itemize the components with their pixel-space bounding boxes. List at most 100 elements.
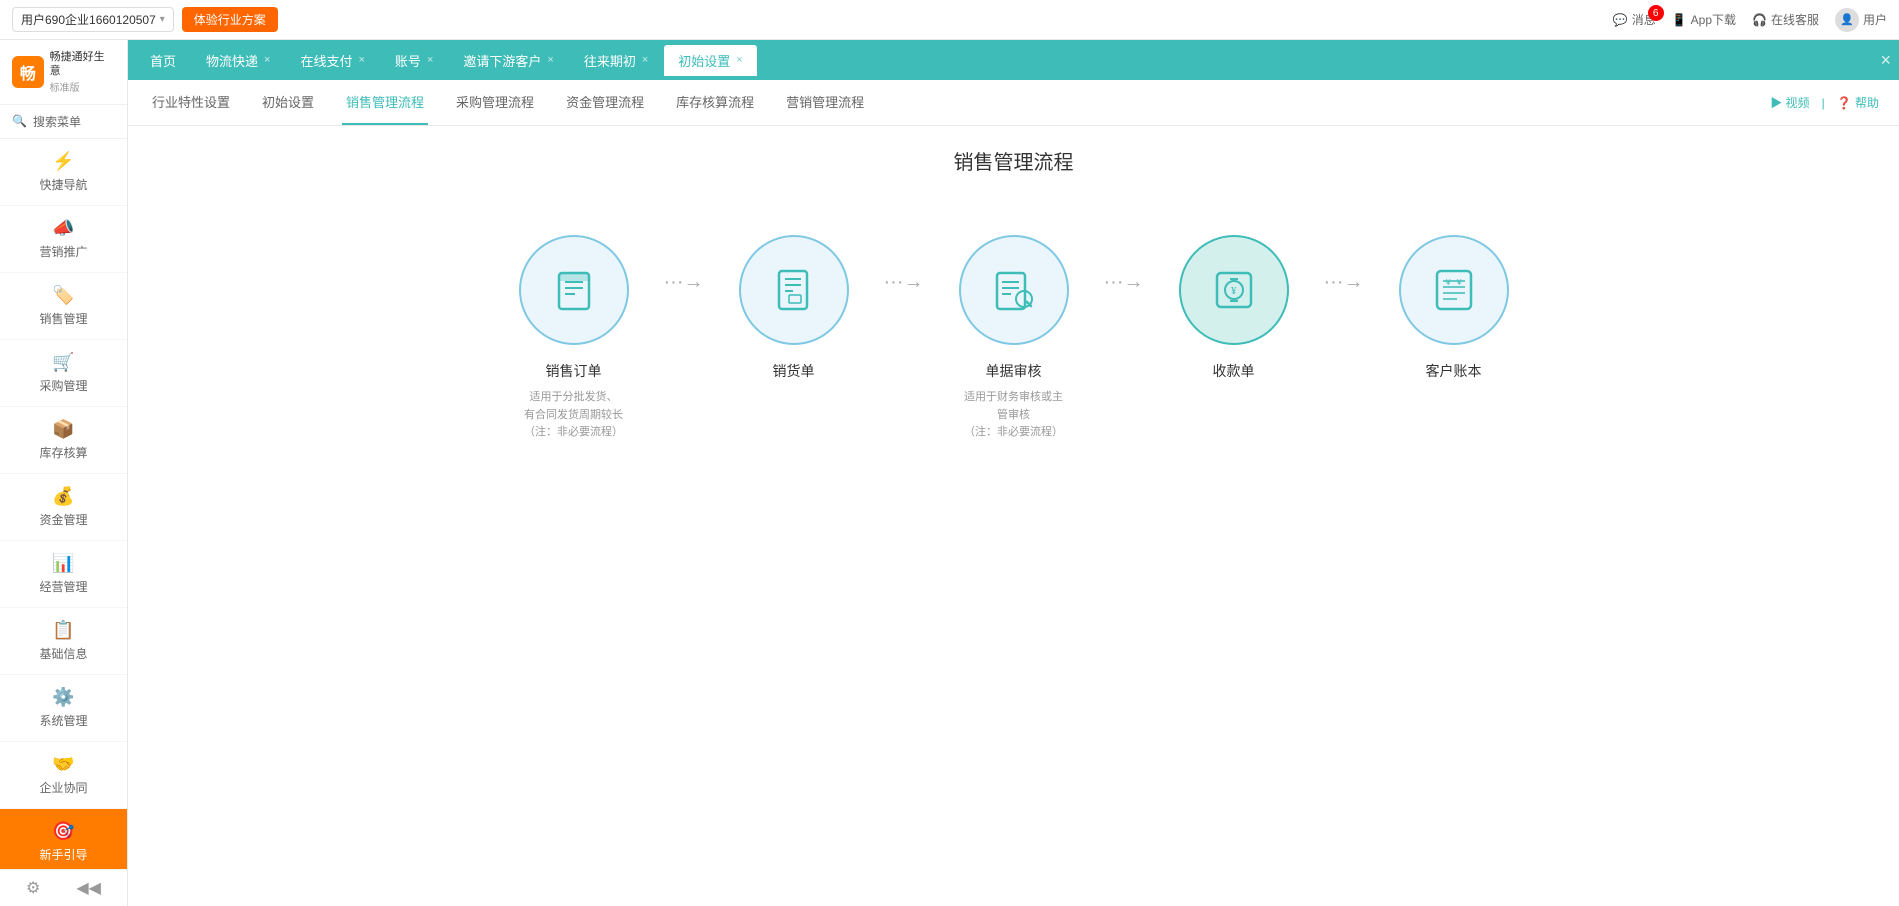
target-icon: 🎯 (52, 821, 74, 842)
sidebar-item-label: 系统管理 (39, 712, 87, 729)
main-area: 首页 物流快递 × 在线支付 × 账号 × 邀请下游客户 × 往来期初 × (128, 40, 1899, 906)
sub-tab-capital-flow[interactable]: 资金管理流程 (562, 80, 648, 125)
sidebar-item-label: 新手引导 (39, 846, 87, 863)
sub-tab-initial[interactable]: 初始设置 (258, 80, 318, 125)
close-icon[interactable]: × (358, 54, 364, 66)
close-icon[interactable]: × (264, 54, 270, 66)
box-icon: 📦 (52, 419, 74, 440)
sidebar-item-label: 快捷导航 (39, 176, 87, 193)
app-download-label: App下载 (1691, 11, 1736, 28)
sidebar-bottom: ⚙ ◀◀ (0, 869, 127, 906)
sidebar-items: ⚡ 快捷导航 📣 营销推广 🏷️ 销售管理 🛒 采购管理 📦 库存核算 💰 (0, 139, 127, 869)
close-icon[interactable]: × (736, 54, 742, 66)
lightning-icon: ⚡ (52, 151, 74, 172)
user-selector[interactable]: 用户690企业1660120507 ▾ (12, 7, 174, 32)
user-avatar-item[interactable]: 👤 用户 (1835, 8, 1887, 32)
flow-label-sales-order: 销售订单 (546, 361, 602, 381)
nav-tab-home[interactable]: 首页 (136, 45, 190, 76)
sidebar-item-base-info[interactable]: 📋 基础信息 (0, 608, 127, 675)
flow-circle-customer-ledger: ¥ ¥ (1399, 235, 1509, 345)
logo-text: 畅捷通好生意 (50, 50, 115, 79)
flow-step-customer-ledger: ¥ ¥ 客户账本 (1374, 235, 1534, 389)
flow-label-receipt: 收款单 (1213, 361, 1255, 381)
flow-label-sales-invoice: 销货单 (773, 361, 815, 381)
nav-tab-online-pay[interactable]: 在线支付 × (286, 45, 378, 76)
sidebar-item-sales[interactable]: 🏷️ 销售管理 (0, 273, 127, 340)
main-layout: 畅 畅捷通好生意 标准版 🔍 搜索菜单 ⚡ 快捷导航 📣 营销推广 🏷️ 销售管… (0, 40, 1899, 906)
sidebar-item-purchase[interactable]: 🛒 采购管理 (0, 340, 127, 407)
sidebar-item-operations[interactable]: 📊 经营管理 (0, 541, 127, 608)
sidebar-item-system[interactable]: ⚙️ 系统管理 (0, 675, 127, 742)
flow-arrow-4: ···→ (1314, 235, 1374, 294)
flow-diagram: 销售订单 适用于分批发货、有合同发货周期较长（注：非必要流程） ···→ (148, 235, 1879, 442)
sidebar-item-marketing[interactable]: 📣 营销推广 (0, 206, 127, 273)
nav-tab-home-label: 首页 (150, 51, 176, 70)
phone-icon: 📱 (1672, 13, 1687, 27)
video-label: 视频 (1786, 96, 1810, 110)
nav-tabs: 首页 物流快递 × 在线支付 × 账号 × 邀请下游客户 × 往来期初 × (128, 40, 1899, 80)
close-icon[interactable]: × (427, 54, 433, 66)
message-icon: 💬 (1613, 13, 1628, 27)
collapse-icon[interactable]: ◀◀ (76, 878, 101, 898)
flow-circle-doc-review (959, 235, 1069, 345)
sub-tab-industry[interactable]: 行业特性设置 (148, 80, 234, 125)
sidebar-item-new-guide[interactable]: 🎯 新手引导 (0, 809, 127, 869)
messages-item[interactable]: 💬 消息 6 (1613, 11, 1656, 28)
nav-tab-period-label: 往来期初 (584, 51, 636, 70)
close-icon[interactable]: × (547, 54, 553, 66)
sub-tab-sales-flow[interactable]: 销售管理流程 (342, 80, 428, 125)
nav-tab-account-label: 账号 (395, 51, 421, 70)
sub-tab-purchase-flow[interactable]: 采购管理流程 (452, 80, 538, 125)
nav-tab-period[interactable]: 往来期初 × (570, 45, 662, 76)
sidebar-item-quick-nav[interactable]: ⚡ 快捷导航 (0, 139, 127, 206)
app-download-item[interactable]: 📱 App下载 (1672, 11, 1736, 28)
sub-tab-inventory-flow-label: 库存核算流程 (676, 95, 754, 110)
clipboard-icon: 📋 (52, 620, 74, 641)
nav-tab-logistics[interactable]: 物流快递 × (192, 45, 284, 76)
settings-bottom-icon[interactable]: ⚙ (26, 878, 40, 898)
chevron-down-icon: ▾ (160, 14, 165, 25)
flow-step-sales-invoice: 销货单 (714, 235, 874, 389)
help-link[interactable]: ❓ 帮助 (1837, 94, 1879, 111)
experience-button[interactable]: 体验行业方案 (182, 7, 278, 32)
doc-review-icon (989, 265, 1039, 315)
content-area: 销售管理流程 销售订单 适用于分批发货、有合同发货周期较长（ (128, 126, 1899, 906)
sidebar-item-label: 资金管理 (39, 511, 87, 528)
sidebar-item-label: 营销推广 (39, 243, 87, 260)
svg-text:¥: ¥ (1231, 285, 1237, 297)
sub-tab-marketing-flow[interactable]: 营销管理流程 (782, 80, 868, 125)
sidebar-item-label: 企业协同 (39, 779, 87, 796)
help-label: 帮助 (1855, 96, 1879, 110)
nav-tab-invite[interactable]: 邀请下游客户 × (449, 45, 567, 76)
sidebar-item-label: 库存核算 (39, 444, 87, 461)
nav-tab-initial-setup[interactable]: 初始设置 × (664, 45, 756, 76)
flow-label-customer-ledger: 客户账本 (1426, 361, 1482, 381)
close-all-icon[interactable]: × (1880, 50, 1891, 71)
top-bar-right: 💬 消息 6 📱 App下载 🎧 在线客服 👤 用户 (1613, 8, 1887, 32)
sidebar-search[interactable]: 🔍 搜索菜单 (0, 105, 127, 139)
tag-icon: 🏷️ (52, 285, 74, 306)
sidebar-item-enterprise[interactable]: 🤝 企业协同 (0, 742, 127, 809)
sidebar-logo: 畅 畅捷通好生意 标准版 (0, 40, 127, 105)
close-icon[interactable]: × (642, 54, 648, 66)
arrow-icon: ···→ (1324, 271, 1364, 294)
online-service-item[interactable]: 🎧 在线客服 (1752, 11, 1819, 28)
top-bar: 用户690企业1660120507 ▾ 体验行业方案 💬 消息 6 📱 App下… (0, 0, 1899, 40)
logo-version: 标准版 (50, 79, 115, 94)
sidebar-item-label: 销售管理 (39, 310, 87, 327)
money-icon: 💰 (52, 486, 74, 507)
avatar: 👤 (1835, 8, 1859, 32)
sub-tab-inventory-flow[interactable]: 库存核算流程 (672, 80, 758, 125)
sidebar-item-finance[interactable]: 💰 资金管理 (0, 474, 127, 541)
sidebar-item-inventory[interactable]: 📦 库存核算 (0, 407, 127, 474)
logo-icon: 畅 (12, 56, 44, 88)
sub-tab-right-actions: ▶ 视频 | ❓ 帮助 (1770, 94, 1879, 111)
video-link[interactable]: ▶ 视频 (1770, 94, 1809, 111)
flow-arrow-1: ···→ (654, 235, 714, 294)
sidebar-item-label: 基础信息 (39, 645, 87, 662)
handshake-icon: 🤝 (52, 754, 74, 775)
sub-tab-initial-label: 初始设置 (262, 95, 314, 110)
nav-tab-account[interactable]: 账号 × (381, 45, 447, 76)
divider: | (1822, 96, 1825, 110)
nav-tab-online-pay-label: 在线支付 (300, 51, 352, 70)
